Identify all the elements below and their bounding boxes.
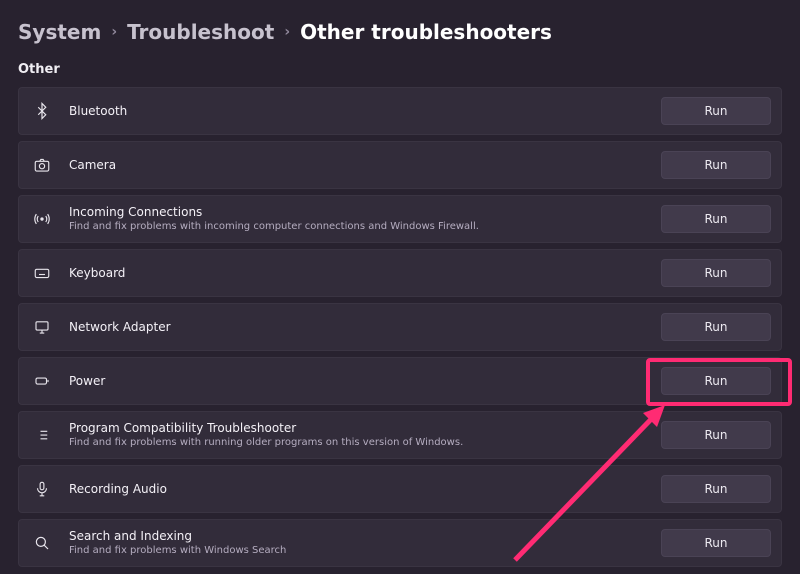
- troubleshooter-row-bluetooth[interactable]: Bluetooth Run: [18, 87, 782, 135]
- run-button-keyboard[interactable]: Run: [661, 259, 771, 287]
- troubleshooter-row-power[interactable]: Power Run: [18, 357, 782, 405]
- troubleshooter-row-search-indexing[interactable]: Search and Indexing Find and fix problem…: [18, 519, 782, 567]
- breadcrumb: System › Troubleshoot › Other troublesho…: [0, 0, 800, 50]
- keyboard-icon: [27, 264, 57, 282]
- run-button-incoming-connections[interactable]: Run: [661, 205, 771, 233]
- row-title: Incoming Connections: [69, 205, 649, 220]
- microphone-icon: [27, 480, 57, 498]
- section-header-other: Other: [0, 50, 800, 81]
- bluetooth-icon: [27, 102, 57, 120]
- camera-icon: [27, 156, 57, 174]
- troubleshooter-row-keyboard[interactable]: Keyboard Run: [18, 249, 782, 297]
- row-text: Program Compatibility Troubleshooter Fin…: [69, 421, 649, 449]
- row-title: Camera: [69, 158, 649, 173]
- list-icon: [27, 426, 57, 444]
- row-title: Recording Audio: [69, 482, 649, 497]
- run-button-power[interactable]: Run: [661, 367, 771, 395]
- run-button-search-indexing[interactable]: Run: [661, 529, 771, 557]
- search-icon: [27, 534, 57, 552]
- troubleshooter-list: Bluetooth Run Camera Run Incoming Connec…: [0, 87, 800, 567]
- row-text: Search and Indexing Find and fix problem…: [69, 529, 649, 557]
- row-text: Keyboard: [69, 266, 649, 281]
- run-button-program-compatibility[interactable]: Run: [661, 421, 771, 449]
- row-text: Recording Audio: [69, 482, 649, 497]
- row-title: Search and Indexing: [69, 529, 649, 544]
- run-button-camera[interactable]: Run: [661, 151, 771, 179]
- row-desc: Find and fix problems with incoming comp…: [69, 221, 649, 233]
- run-button-network-adapter[interactable]: Run: [661, 313, 771, 341]
- row-text: Network Adapter: [69, 320, 649, 335]
- row-text: Bluetooth: [69, 104, 649, 119]
- row-desc: Find and fix problems with running older…: [69, 437, 649, 449]
- run-button-recording-audio[interactable]: Run: [661, 475, 771, 503]
- row-title: Bluetooth: [69, 104, 649, 119]
- row-text: Power: [69, 374, 649, 389]
- row-title: Keyboard: [69, 266, 649, 281]
- battery-icon: [27, 372, 57, 390]
- chevron-right-icon: ›: [111, 24, 117, 40]
- chevron-right-icon: ›: [284, 24, 290, 40]
- troubleshooter-row-recording-audio[interactable]: Recording Audio Run: [18, 465, 782, 513]
- row-title: Program Compatibility Troubleshooter: [69, 421, 649, 436]
- row-text: Camera: [69, 158, 649, 173]
- signal-icon: [27, 210, 57, 228]
- row-text: Incoming Connections Find and fix proble…: [69, 205, 649, 233]
- run-button-bluetooth[interactable]: Run: [661, 97, 771, 125]
- row-title: Network Adapter: [69, 320, 649, 335]
- breadcrumb-other-troubleshooters: Other troubleshooters: [300, 20, 552, 44]
- troubleshooter-row-network-adapter[interactable]: Network Adapter Run: [18, 303, 782, 351]
- breadcrumb-system[interactable]: System: [18, 20, 101, 44]
- breadcrumb-troubleshoot[interactable]: Troubleshoot: [127, 20, 274, 44]
- row-title: Power: [69, 374, 649, 389]
- row-desc: Find and fix problems with Windows Searc…: [69, 545, 649, 557]
- monitor-icon: [27, 318, 57, 336]
- troubleshooter-row-program-compatibility[interactable]: Program Compatibility Troubleshooter Fin…: [18, 411, 782, 459]
- troubleshooter-row-incoming-connections[interactable]: Incoming Connections Find and fix proble…: [18, 195, 782, 243]
- troubleshooter-row-camera[interactable]: Camera Run: [18, 141, 782, 189]
